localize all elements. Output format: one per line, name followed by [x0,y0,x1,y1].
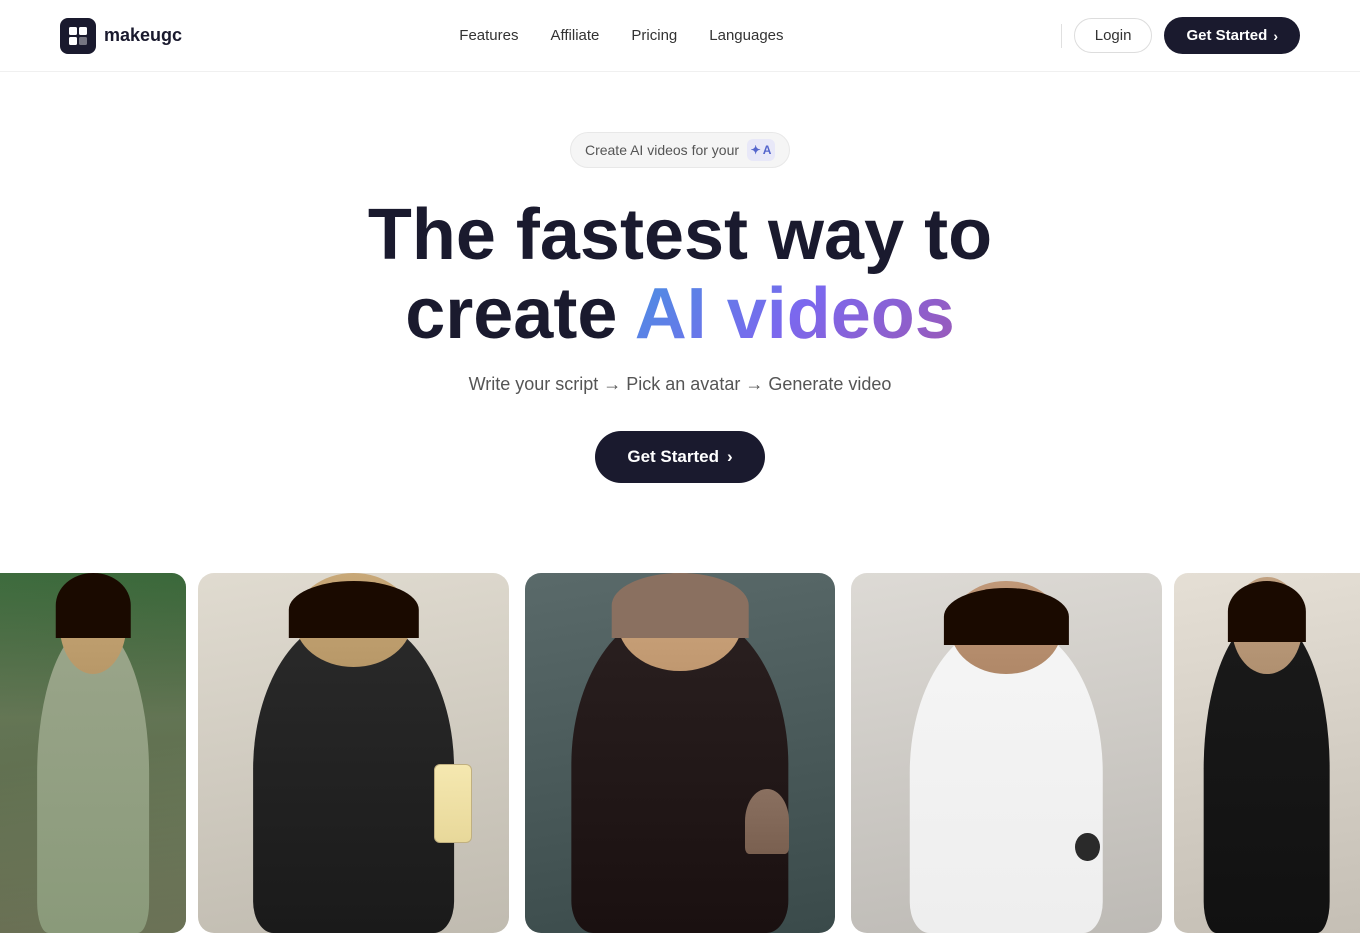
hero-title-line2-plain: create [405,274,635,354]
gallery-panel-3 [525,573,835,933]
product-2 [434,764,471,843]
hero-badge-icon: ✦ A [747,139,775,161]
product-3 [745,789,788,854]
navbar: makeugc Features Affiliate Pricing Langu… [0,0,1360,72]
login-button[interactable]: Login [1074,18,1153,53]
hero-cta-label: Get Started [627,447,719,467]
hero-title: The fastest way to create AI videos [20,196,1340,354]
nav-pricing[interactable]: Pricing [631,27,677,44]
get-started-nav-button[interactable]: Get Started › [1164,17,1300,54]
nav-divider [1061,24,1062,48]
hero-badge-text: Create AI videos for your [585,142,739,158]
get-started-hero-button[interactable]: Get Started › [595,431,764,483]
nav-menu: Features Affiliate Pricing Languages [459,27,783,45]
hair-3 [612,573,749,638]
hero-badge: Create AI videos for your ✦ A [570,132,790,168]
logo-icon [60,18,96,54]
hero-title-gradient: AI videos [635,274,955,354]
hair-1 [56,573,131,638]
gallery-panel-2 [198,573,508,933]
nav-affiliate[interactable]: Affiliate [550,27,599,44]
gallery-panel-4 [851,573,1161,933]
nav-actions: Login Get Started › [1061,17,1300,54]
hair-2 [288,581,418,639]
logo[interactable]: makeugc [60,18,182,54]
nav-languages[interactable]: Languages [709,27,783,44]
gallery-panel-5 [1174,573,1360,933]
hair-4 [944,588,1068,646]
nav-cta-arrow-icon: › [1273,28,1278,44]
gallery [0,573,1360,933]
product-4 [1075,833,1100,862]
gallery-panel-1 [0,573,186,933]
hero-section: Create AI videos for your ✦ A The fastes… [0,72,1360,573]
logo-text: makeugc [104,25,182,46]
hero-title-line1: The fastest way to [368,195,992,275]
nav-features[interactable]: Features [459,27,518,44]
hair-5 [1228,581,1306,642]
hero-subtitle: Write your script → Pick an avatar → Gen… [20,374,1340,395]
hero-cta-arrow-icon: › [727,447,733,467]
